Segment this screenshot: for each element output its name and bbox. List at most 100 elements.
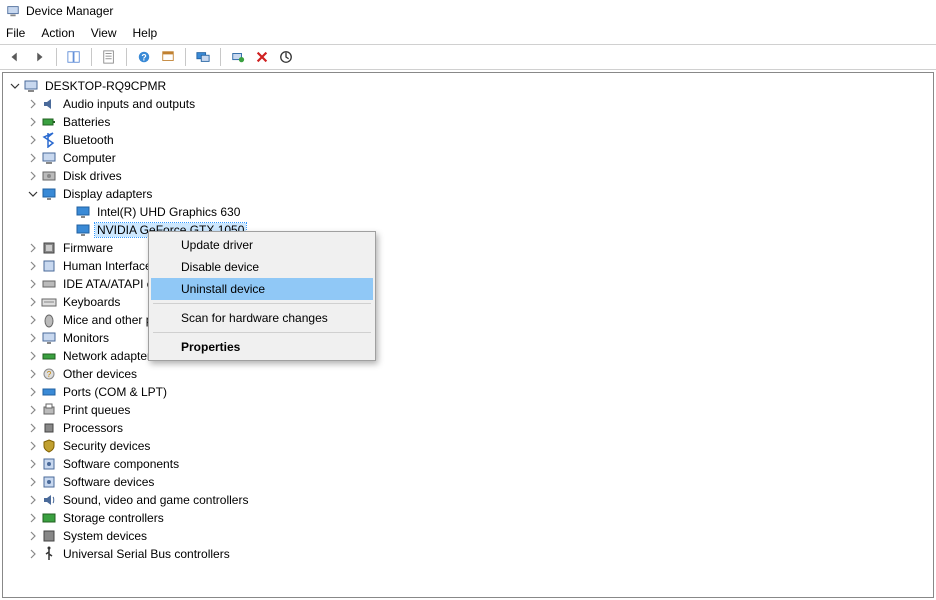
action-button[interactable] — [157, 46, 179, 68]
expand-icon[interactable] — [25, 384, 41, 400]
device-tree-panel[interactable]: DESKTOP-RQ9CPMRAudio inputs and outputsB… — [2, 72, 934, 598]
menu-bar[interactable]: File Action View Help — [0, 22, 936, 44]
expand-icon[interactable] — [25, 168, 41, 184]
expand-icon[interactable] — [25, 132, 41, 148]
tree-category[interactable]: IDE ATA/ATAPI controllers — [3, 275, 933, 293]
tree-category[interactable]: Software devices — [3, 473, 933, 491]
tree-category[interactable]: Network adapters — [3, 347, 933, 365]
back-arrow-icon — [8, 50, 22, 64]
context-menu-item-label: Uninstall device — [181, 282, 265, 296]
expand-icon[interactable] — [25, 546, 41, 562]
toolbar: ? — [0, 44, 936, 70]
tree-category[interactable]: Software components — [3, 455, 933, 473]
menu-file[interactable]: File — [6, 26, 25, 40]
context-menu-item[interactable]: Properties — [151, 336, 373, 358]
update-arrow-icon — [279, 50, 293, 64]
context-menu-item[interactable]: Disable device — [151, 256, 373, 278]
tree-category[interactable]: ?Other devices — [3, 365, 933, 383]
tree-category[interactable]: Universal Serial Bus controllers — [3, 545, 933, 563]
firmware-icon — [41, 240, 57, 256]
menu-view[interactable]: View — [91, 26, 117, 40]
menu-help[interactable]: Help — [133, 26, 158, 40]
expand-icon[interactable] — [25, 366, 41, 382]
scan-hardware-button[interactable] — [227, 46, 249, 68]
tree-category[interactable]: Computer — [3, 149, 933, 167]
expand-icon[interactable] — [25, 474, 41, 490]
expand-icon[interactable] — [25, 456, 41, 472]
tree-category[interactable]: Mice and other pointing devices — [3, 311, 933, 329]
collapse-icon[interactable] — [25, 186, 41, 202]
tree-category[interactable]: Monitors — [3, 329, 933, 347]
context-menu[interactable]: Update driver Disable device Uninstall dev… — [148, 231, 376, 361]
action-icon — [161, 50, 175, 64]
tree-device[interactable]: Intel(R) UHD Graphics 630 — [3, 203, 933, 221]
expand-icon[interactable] — [25, 402, 41, 418]
forward-button[interactable] — [28, 46, 50, 68]
tree-category[interactable]: Disk drives — [3, 167, 933, 185]
back-button[interactable] — [4, 46, 26, 68]
category-label: Computer — [61, 151, 118, 165]
expand-icon[interactable] — [25, 240, 41, 256]
disk-icon — [41, 168, 57, 184]
expand-icon[interactable] — [25, 258, 41, 274]
window-title: Device Manager — [26, 4, 113, 18]
other-icon: ? — [41, 366, 57, 382]
properties-button[interactable] — [98, 46, 120, 68]
context-menu-item[interactable]: Update driver — [151, 234, 373, 256]
tree-category[interactable]: Keyboards — [3, 293, 933, 311]
svg-text:?: ? — [47, 370, 52, 379]
display-icon — [75, 222, 91, 238]
remote-computer-button[interactable] — [192, 46, 214, 68]
toolbar-separator — [126, 48, 127, 66]
expand-icon[interactable] — [25, 348, 41, 364]
collapse-icon[interactable] — [7, 78, 23, 94]
expand-icon[interactable] — [25, 528, 41, 544]
expand-icon[interactable] — [25, 438, 41, 454]
tree-device[interactable]: NVIDIA GeForce GTX 1050 — [3, 221, 933, 239]
context-menu-item[interactable]: Scan for hardware changes — [151, 307, 373, 329]
category-label: Print queues — [61, 403, 132, 417]
category-label: Disk drives — [61, 169, 124, 183]
expand-icon[interactable] — [25, 96, 41, 112]
tree-category[interactable]: Human Interface Devices — [3, 257, 933, 275]
monitor-icon — [41, 330, 57, 346]
tree-category[interactable]: Bluetooth — [3, 131, 933, 149]
category-label: System devices — [61, 529, 149, 543]
tree-category[interactable]: Firmware — [3, 239, 933, 257]
tree-category[interactable]: Audio inputs and outputs — [3, 95, 933, 113]
expand-icon[interactable] — [25, 294, 41, 310]
tree-category[interactable]: Sound, video and game controllers — [3, 491, 933, 509]
remove-button[interactable] — [251, 46, 273, 68]
expand-icon[interactable] — [25, 492, 41, 508]
tree-category[interactable]: Processors — [3, 419, 933, 437]
scan-hardware-icon — [231, 50, 245, 64]
context-menu-item-label: Update driver — [181, 238, 253, 252]
expand-icon[interactable] — [25, 276, 41, 292]
expand-icon[interactable] — [25, 510, 41, 526]
tree-category[interactable]: Ports (COM & LPT) — [3, 383, 933, 401]
expand-icon[interactable] — [25, 330, 41, 346]
expand-icon[interactable] — [25, 312, 41, 328]
tree-category[interactable]: System devices — [3, 527, 933, 545]
system-icon — [41, 528, 57, 544]
show-hide-tree-button[interactable] — [63, 46, 85, 68]
security-icon — [41, 438, 57, 454]
tree-category[interactable]: Display adapters — [3, 185, 933, 203]
toolbar-separator — [56, 48, 57, 66]
help-button[interactable]: ? — [133, 46, 155, 68]
category-label: Display adapters — [61, 187, 154, 201]
tree-root-node[interactable]: DESKTOP-RQ9CPMR — [3, 77, 933, 95]
expand-icon[interactable] — [25, 114, 41, 130]
tree-category[interactable]: Batteries — [3, 113, 933, 131]
expand-icon[interactable] — [25, 420, 41, 436]
tree-category[interactable]: Storage controllers — [3, 509, 933, 527]
expand-icon[interactable] — [25, 150, 41, 166]
software-icon — [41, 456, 57, 472]
tree-category[interactable]: Print queues — [3, 401, 933, 419]
context-menu-item[interactable]: Uninstall device — [151, 278, 373, 300]
update-button[interactable] — [275, 46, 297, 68]
remove-x-icon — [255, 50, 269, 64]
menu-action[interactable]: Action — [41, 26, 74, 40]
tree-category[interactable]: Security devices — [3, 437, 933, 455]
battery-icon — [41, 114, 57, 130]
